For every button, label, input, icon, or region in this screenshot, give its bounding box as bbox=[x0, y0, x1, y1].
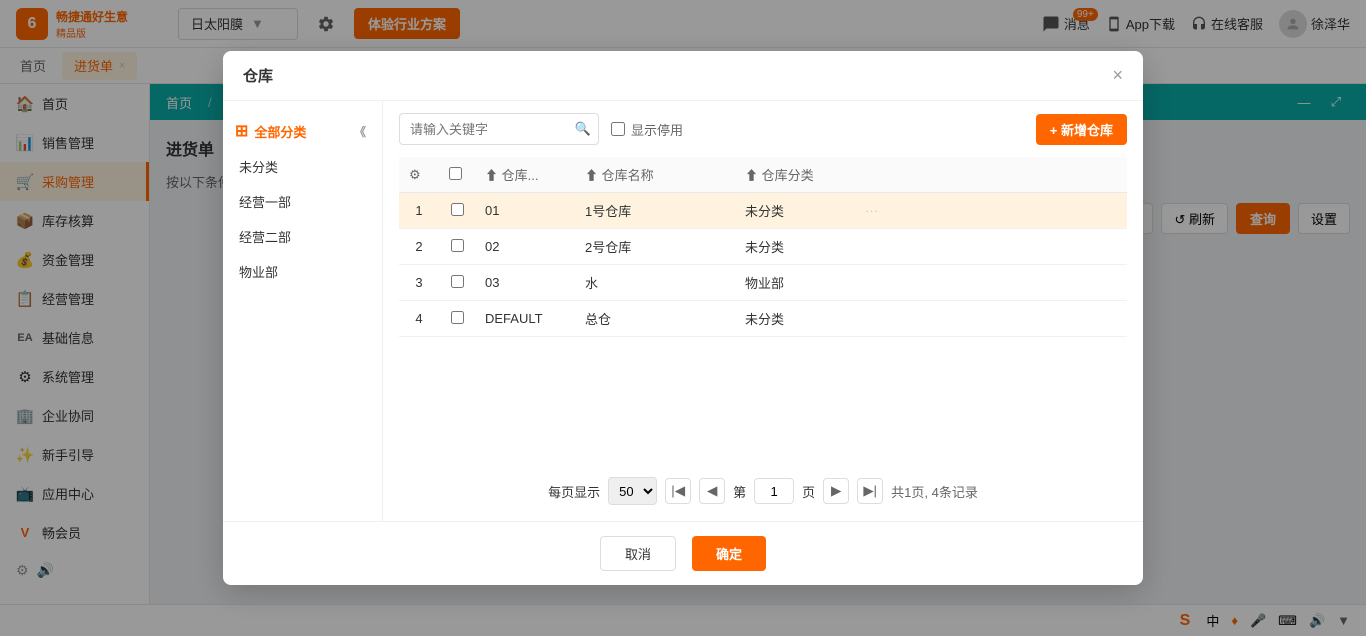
row-cat: 未分类 bbox=[735, 193, 855, 229]
modal-body: ⊞ 全部分类 《 未分类 经营一部 经营二部 物业部 bbox=[223, 101, 1143, 521]
row-num: 1 bbox=[399, 193, 439, 229]
row-code: 03 bbox=[475, 265, 575, 301]
search-input[interactable] bbox=[399, 113, 599, 145]
modal-close-button[interactable]: × bbox=[1112, 65, 1123, 86]
row-num: 2 bbox=[399, 229, 439, 265]
add-warehouse-button[interactable]: + 新增仓库 bbox=[1036, 114, 1127, 145]
row-code: 02 bbox=[475, 229, 575, 265]
th-check bbox=[439, 157, 475, 193]
cancel-button[interactable]: 取消 bbox=[600, 536, 676, 571]
row-name: 1号仓库 bbox=[575, 193, 735, 229]
th-gear: ⚙ bbox=[399, 157, 439, 193]
th-code: ⬆ 仓库... bbox=[475, 157, 575, 193]
modal-overlay: 仓库 × ⊞ 全部分类 《 未分类 经营一部 经营二部 bbox=[0, 0, 1366, 636]
row-more bbox=[855, 229, 1127, 265]
row-checkbox[interactable] bbox=[451, 311, 464, 324]
table-row[interactable]: 3 03 水 物业部 bbox=[399, 265, 1127, 301]
row-cat: 未分类 bbox=[735, 301, 855, 337]
table-row[interactable]: 2 02 2号仓库 未分类 bbox=[399, 229, 1127, 265]
page-first-button[interactable]: |◀ bbox=[665, 478, 691, 504]
row-code: 01 bbox=[475, 193, 575, 229]
row-name: 2号仓库 bbox=[575, 229, 735, 265]
row-checkbox[interactable] bbox=[451, 239, 464, 252]
row-cat: 未分类 bbox=[735, 229, 855, 265]
row-name: 水 bbox=[575, 265, 735, 301]
th-name: ⬆ 仓库名称 bbox=[575, 157, 735, 193]
all-categories-item[interactable]: ⊞ 全部分类 《 bbox=[223, 113, 382, 149]
th-actions bbox=[855, 157, 1127, 193]
table-toolbar: 🔍 显示停用 + 新增仓库 bbox=[399, 113, 1127, 145]
modal-header: 仓库 × bbox=[223, 51, 1143, 101]
modal-footer: 取消 确定 bbox=[223, 521, 1143, 585]
row-more: ··· bbox=[855, 193, 1127, 229]
page-next-button[interactable]: ▶ bbox=[823, 478, 849, 504]
row-num: 4 bbox=[399, 301, 439, 337]
page-prev-button[interactable]: ◀ bbox=[699, 478, 725, 504]
row-cat: 物业部 bbox=[735, 265, 855, 301]
page-last-button[interactable]: ▶| bbox=[857, 478, 883, 504]
confirm-button[interactable]: 确定 bbox=[692, 536, 766, 571]
pagination: 每页显示 50 |◀ ◀ 第 页 ▶ ▶| 共1页, 4条记录 bbox=[399, 465, 1127, 509]
sidebar-collapse-button[interactable]: 《 bbox=[354, 123, 366, 140]
show-disabled-checkbox[interactable] bbox=[611, 122, 625, 136]
warehouse-table: ⚙ ⬆ 仓库... ⬆ 仓库名称 bbox=[399, 157, 1127, 337]
row-num: 3 bbox=[399, 265, 439, 301]
category-sidebar: ⊞ 全部分类 《 未分类 经营一部 经营二部 物业部 bbox=[223, 101, 383, 521]
table-head: ⚙ ⬆ 仓库... ⬆ 仓库名称 bbox=[399, 157, 1127, 193]
table-row[interactable]: 4 DEFAULT 总仓 未分类 bbox=[399, 301, 1127, 337]
cat-item-unclassified[interactable]: 未分类 bbox=[223, 149, 382, 184]
row-checkbox[interactable] bbox=[451, 275, 464, 288]
cat-item-ops1[interactable]: 经营一部 bbox=[223, 184, 382, 219]
row-checkbox[interactable] bbox=[451, 203, 464, 216]
row-code: DEFAULT bbox=[475, 301, 575, 337]
search-icon: 🔍 bbox=[575, 121, 591, 137]
row-more bbox=[855, 301, 1127, 337]
page-size-select[interactable]: 50 bbox=[608, 477, 657, 505]
cat-item-property[interactable]: 物业部 bbox=[223, 254, 382, 289]
page-input[interactable] bbox=[754, 478, 794, 504]
warehouse-modal: 仓库 × ⊞ 全部分类 《 未分类 经营一部 经营二部 bbox=[223, 51, 1143, 585]
table-area: 🔍 显示停用 + 新增仓库 ⚙ bbox=[383, 101, 1143, 521]
cat-item-ops2[interactable]: 经营二部 bbox=[223, 219, 382, 254]
row-name: 总仓 bbox=[575, 301, 735, 337]
search-wrap: 🔍 bbox=[399, 113, 599, 145]
th-cat: ⬆ 仓库分类 bbox=[735, 157, 855, 193]
page-total-info: 共1页, 4条记录 bbox=[891, 482, 978, 501]
row-more bbox=[855, 265, 1127, 301]
table-row[interactable]: 1 01 1号仓库 未分类 ··· bbox=[399, 193, 1127, 229]
table-body: 1 01 1号仓库 未分类 ··· 2 02 2号仓库 未分类 bbox=[399, 193, 1127, 337]
show-disabled-wrap: 显示停用 bbox=[611, 120, 683, 139]
modal-title: 仓库 bbox=[243, 65, 273, 86]
select-all-checkbox[interactable] bbox=[449, 167, 462, 180]
table-head-row: ⚙ ⬆ 仓库... ⬆ 仓库名称 bbox=[399, 157, 1127, 193]
